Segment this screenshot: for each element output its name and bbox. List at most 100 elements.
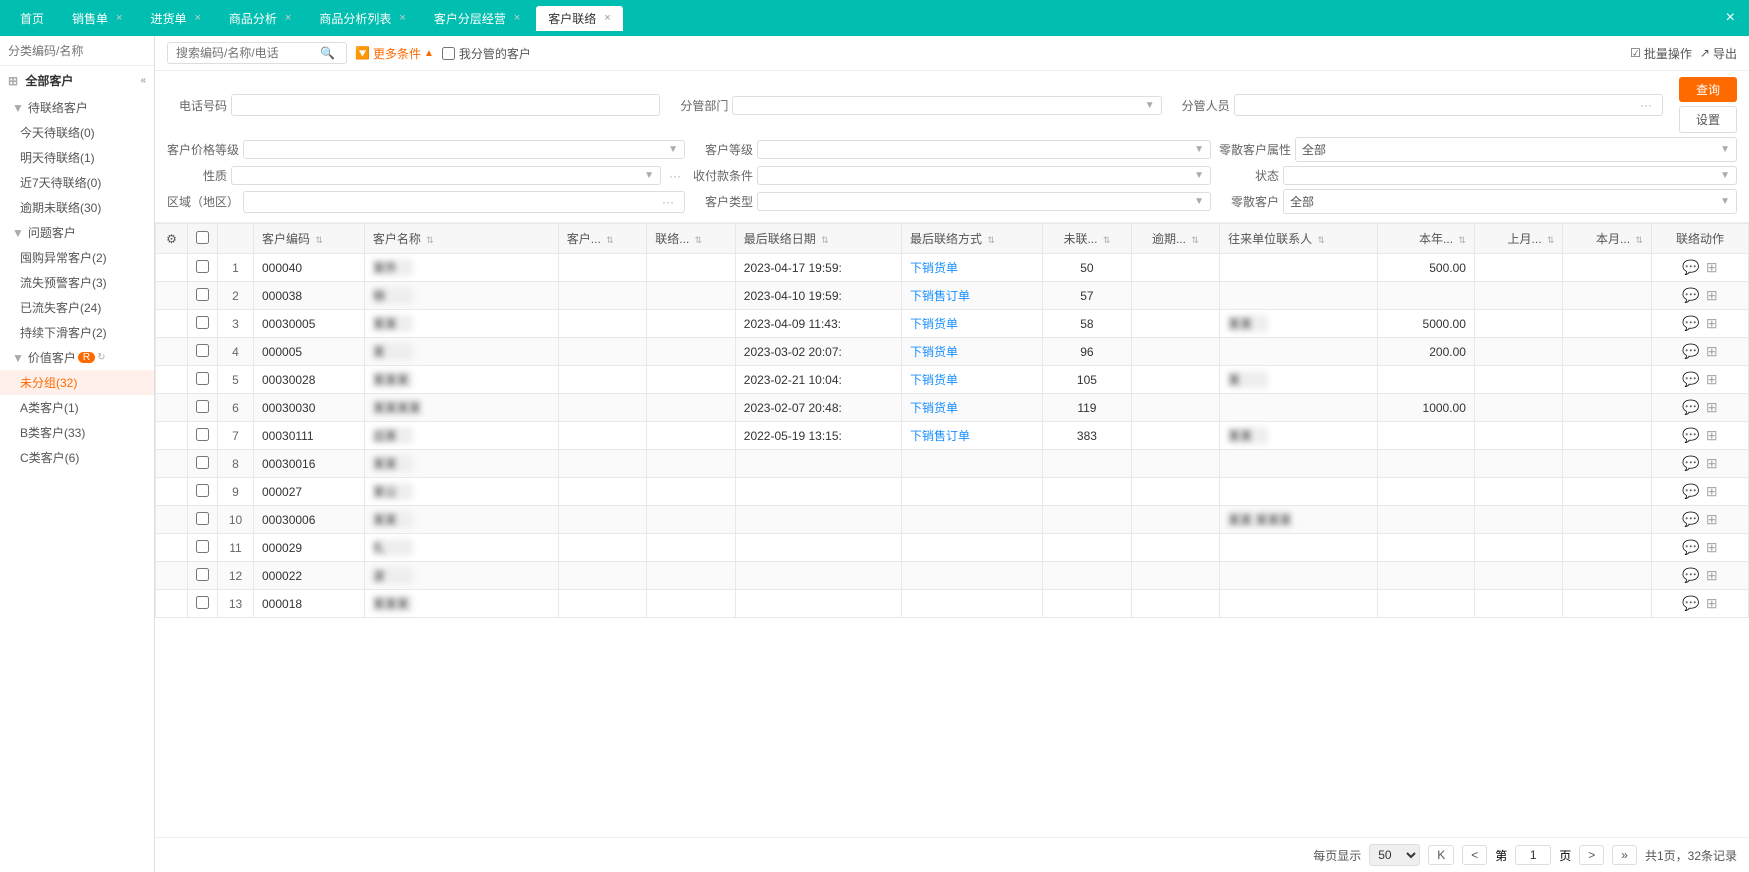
th-check[interactable] [188,224,218,254]
close-product-analysis[interactable]: × [285,12,291,24]
batch-ops-btn[interactable]: ☑ 批量操作 [1630,45,1692,62]
nav-home[interactable]: 首页 [8,6,56,31]
sidebar-item-churn-warning[interactable]: 流失预警客户(3) [0,270,154,295]
row-check[interactable] [188,366,218,394]
my-customers-check[interactable] [442,47,455,60]
row-check[interactable] [188,310,218,338]
grid-action-icon[interactable]: ⊞ [1706,539,1718,556]
my-customers-checkbox[interactable]: 我分管的客户 [442,45,531,62]
last-way-link[interactable]: 下销售订单 [910,429,970,443]
sidebar-item-overdue-contact[interactable]: 逾期未联络(30) [0,195,154,220]
chat-icon[interactable]: 💬 [1682,567,1699,584]
filter-price-level-select[interactable]: ▼ [243,140,685,159]
grid-action-icon[interactable]: ⊞ [1706,511,1718,528]
last-way-link[interactable]: 下销货单 [910,401,958,415]
first-page-btn[interactable]: K [1428,845,1454,865]
th-overdue[interactable]: 逾期... ⇅ [1131,224,1220,254]
group-value-customers[interactable]: ▼ 价值客户 R ↻ [0,345,154,370]
grid-action-icon[interactable]: ⊞ [1706,483,1718,500]
nav-product-analysis-list[interactable]: 商品分析列表 × [307,6,417,31]
nav-purchase[interactable]: 进货单 × [138,6,212,31]
grid-action-icon[interactable]: ⊞ [1706,595,1718,612]
row-check[interactable] [188,422,218,450]
sidebar-item-class-c[interactable]: C类客户(6) [0,445,154,470]
th-name[interactable]: 客户名称 ⇅ [364,224,558,254]
chat-icon[interactable]: 💬 [1682,399,1699,416]
th-last-month[interactable]: 上月... ⇅ [1474,224,1563,254]
grid-action-icon[interactable]: ⊞ [1706,399,1718,416]
more-conditions-btn[interactable]: 🔽 更多条件 ▲ [355,45,434,62]
row-last-way[interactable]: 下销售订单 [902,282,1043,310]
sidebar-item-hoarding-abnormal[interactable]: 囤购异常客户(2) [0,245,154,270]
close-customer-segmentation[interactable]: × [514,12,520,24]
row-check[interactable] [188,506,218,534]
refresh-icon[interactable]: ↻ [97,352,105,363]
filter-retail-attr-select[interactable]: 全部 ▼ [1295,137,1737,162]
row-check[interactable] [188,450,218,478]
filter-manager-select[interactable]: ··· [1234,94,1663,116]
page-input[interactable] [1515,845,1551,865]
grid-action-icon[interactable]: ⊞ [1706,259,1718,276]
th-contact-person[interactable]: 往来单位联系人 ⇅ [1220,224,1378,254]
chat-icon[interactable]: 💬 [1682,343,1699,360]
row-last-way[interactable]: 下销货单 [902,394,1043,422]
th-settings[interactable]: ⚙ [156,224,188,254]
grid-action-icon[interactable]: ⊞ [1706,287,1718,304]
filter-status-select[interactable]: ▼ [1283,166,1737,185]
manager-dots-icon[interactable]: ··· [1636,98,1656,112]
group-pending-contact[interactable]: ▼ 待联络客户 [0,95,154,120]
th-no-contact[interactable]: 未联... ⇅ [1043,224,1132,254]
group-problem-customers[interactable]: ▼ 问题客户 [0,220,154,245]
last-way-link[interactable]: 下销货单 [910,317,958,331]
sidebar-item-declining[interactable]: 持续下滑客户(2) [0,320,154,345]
next-page-btn[interactable]: > [1579,845,1604,865]
th-last-date[interactable]: 最后联络日期 ⇅ [735,224,901,254]
filter-phone-input[interactable] [231,94,660,116]
search-icon[interactable]: 🔍 [320,46,335,60]
nav-sales-order[interactable]: 销售单 × [60,6,134,31]
th-this-month[interactable]: 本月... ⇅ [1563,224,1652,254]
nature-dots-icon[interactable]: ··· [665,169,685,183]
row-check[interactable] [188,282,218,310]
all-customers-header[interactable]: ⊞ 全部客户 « [0,66,154,95]
sidebar-item-today-pending[interactable]: 今天待联络(0) [0,120,154,145]
row-last-way[interactable] [902,506,1043,534]
sidebar-item-class-a[interactable]: A类客户(1) [0,395,154,420]
last-way-link[interactable]: 下销售订单 [910,289,970,303]
grid-action-icon[interactable]: ⊞ [1706,455,1718,472]
last-way-link[interactable]: 下销货单 [910,373,958,387]
close-sales-order[interactable]: × [116,12,122,24]
filter-dept-select[interactable]: ▼ [732,96,1161,115]
chat-icon[interactable]: 💬 [1682,287,1699,304]
sidebar-item-unclassified[interactable]: 未分组(32) [0,370,154,395]
grid-action-icon[interactable]: ⊞ [1706,427,1718,444]
filter-customer-type-select[interactable]: ▼ [757,192,1211,211]
row-check[interactable] [188,254,218,282]
close-customer-contact[interactable]: × [604,12,610,24]
chat-icon[interactable]: 💬 [1682,483,1699,500]
sidebar-search-input[interactable] [8,44,155,58]
th-last-way[interactable]: 最后联络方式 ⇅ [902,224,1043,254]
sidebar-item-tomorrow-pending[interactable]: 明天待联络(1) [0,145,154,170]
th-code[interactable]: 客户编码 ⇅ [254,224,365,254]
filter-retail-select[interactable]: 全部 ▼ [1283,189,1737,214]
th-type[interactable]: 客户... ⇅ [558,224,647,254]
sidebar-item-7days-pending[interactable]: 近7天待联络(0) [0,170,154,195]
page-size-select[interactable]: 50 100 [1369,844,1420,866]
filter-nature-select[interactable]: ▼ [231,166,661,185]
nav-customer-contact[interactable]: 客户联络 × [536,6,622,31]
close-all-tabs[interactable]: × [1720,9,1741,27]
row-last-way[interactable]: 下销售订单 [902,422,1043,450]
row-check[interactable] [188,590,218,618]
grid-action-icon[interactable]: ⊞ [1706,315,1718,332]
last-way-link[interactable]: 下销货单 [910,261,958,275]
row-check[interactable] [188,478,218,506]
query-button[interactable]: 查询 [1679,77,1737,102]
filter-payment-select[interactable]: ▼ [757,166,1211,185]
sidebar-item-class-b[interactable]: B类客户(33) [0,420,154,445]
prev-page-btn[interactable]: < [1462,845,1487,865]
reset-button[interactable]: 设置 [1679,106,1737,133]
sidebar-item-churned[interactable]: 已流失客户(24) [0,295,154,320]
chat-icon[interactable]: 💬 [1682,539,1699,556]
select-all-checkbox[interactable] [196,231,209,244]
